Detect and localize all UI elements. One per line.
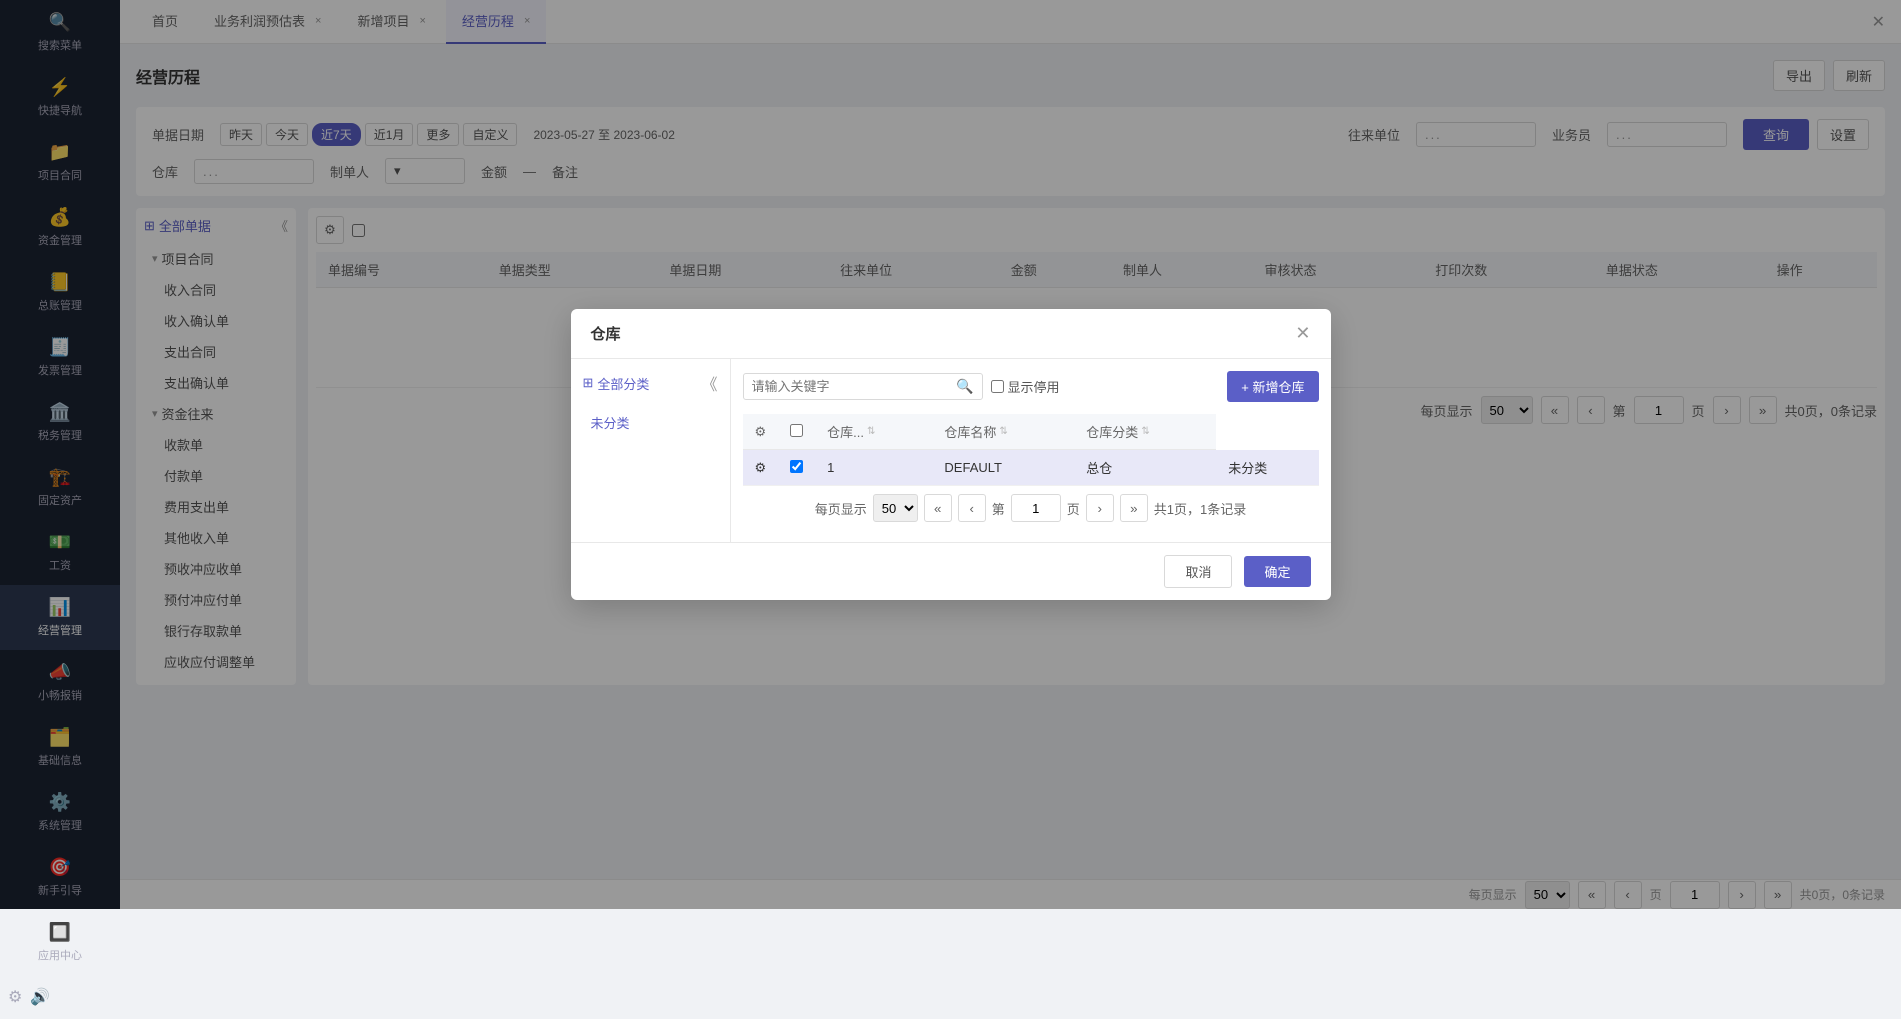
row-gear: ⚙ xyxy=(743,450,779,486)
warehouse-code-header: 仓库... xyxy=(827,422,864,441)
modal-header: 仓库 ✕ xyxy=(571,309,1331,359)
modal-per-page-select[interactable]: 50 xyxy=(873,494,918,522)
modal-page-input[interactable] xyxy=(1011,494,1061,522)
sidebar-apps-label: 应用中心 xyxy=(38,947,82,963)
modal-next-page[interactable]: › xyxy=(1086,494,1114,522)
modal-right-panel: 🔍 显示停用 + 新增仓库 ⚙ xyxy=(731,359,1331,542)
col-warehouse-code: 仓库... ⇅ xyxy=(815,414,932,450)
row-checkbox-1[interactable] xyxy=(790,460,803,473)
modal-category-all[interactable]: 未分类 xyxy=(583,407,718,438)
modal-search-icon: 🔍 xyxy=(956,378,973,395)
modal-close-button[interactable]: ✕ xyxy=(1295,323,1310,344)
modal-overlay[interactable]: 仓库 ✕ ⊞ 全部分类 《 未分类 xyxy=(0,0,1901,909)
speaker-icon[interactable]: 🔊 xyxy=(30,987,50,1007)
show-disabled-checkbox[interactable] xyxy=(991,380,1004,393)
modal-total-info: 共1页，1条记录 xyxy=(1154,499,1246,518)
modal-per-page-label: 每页显示 xyxy=(815,499,867,518)
modal-body: ⊞ 全部分类 《 未分类 🔍 xyxy=(571,359,1331,542)
modal-last-page[interactable]: » xyxy=(1120,494,1148,522)
modal-category-uncategorized-label: 未分类 xyxy=(591,416,630,431)
add-warehouse-button[interactable]: + 新增仓库 xyxy=(1227,371,1318,402)
modal-search-box[interactable]: 🔍 xyxy=(743,373,983,400)
modal-first-page[interactable]: « xyxy=(924,494,952,522)
col-warehouse-name: 仓库名称 ⇅ xyxy=(932,414,1074,450)
modal-toolbar: 🔍 显示停用 + 新增仓库 xyxy=(743,371,1319,402)
modal-left-panel: ⊞ 全部分类 《 未分类 xyxy=(571,359,731,542)
modal-prev-page[interactable]: ‹ xyxy=(958,494,986,522)
warehouse-select-all[interactable] xyxy=(790,424,803,437)
sort-icon-name: ⇅ xyxy=(999,426,1007,437)
grid-icon-modal: ⊞ xyxy=(583,375,594,391)
row-category: 未分类 xyxy=(1216,450,1318,486)
modal-search-input[interactable] xyxy=(752,379,957,394)
row-check[interactable] xyxy=(778,450,815,486)
warehouse-category-header: 仓库分类 xyxy=(1086,422,1138,441)
sidebar-item-apps[interactable]: 🔲 应用中心 xyxy=(0,910,120,975)
settings-icon[interactable]: ⚙ xyxy=(8,987,22,1007)
all-category-button[interactable]: ⊞ 全部分类 xyxy=(583,374,650,393)
modal-page-label: 第 xyxy=(992,499,1005,518)
sort-icon-code: ⇅ xyxy=(867,426,875,437)
modal-title: 仓库 xyxy=(591,323,621,344)
cancel-button[interactable]: 取消 xyxy=(1164,555,1232,588)
modal-footer: 取消 确定 xyxy=(571,542,1331,600)
row-code: DEFAULT xyxy=(932,450,1074,486)
gear-th-icon: ⚙ xyxy=(755,424,767,439)
sort-icon-category: ⇅ xyxy=(1141,426,1149,437)
warehouse-row-1[interactable]: ⚙ 1 DEFAULT 总仓 未分类 xyxy=(743,450,1319,486)
modal-table-wrap: ⚙ 仓库... ⇅ 仓库名称 xyxy=(743,414,1319,486)
col-warehouse-category: 仓库分类 ⇅ xyxy=(1074,414,1216,450)
col-gear: ⚙ xyxy=(743,414,779,450)
show-disabled-label[interactable]: 显示停用 xyxy=(991,377,1060,396)
row-seq: 1 xyxy=(815,450,932,486)
row-gear-icon: ⚙ xyxy=(755,460,767,475)
sidebar-footer: ⚙ 🔊 xyxy=(0,975,120,1019)
show-disabled-text: 显示停用 xyxy=(1008,377,1060,396)
row-name: 总仓 xyxy=(1074,450,1216,486)
all-category-label: 全部分类 xyxy=(597,374,649,393)
modal-pagination: 每页显示 50 « ‹ 第 页 › » 共1页，1条记录 xyxy=(743,486,1319,530)
modal-collapse-arrow[interactable]: 《 xyxy=(701,371,717,395)
modal-page-suffix: 页 xyxy=(1067,499,1080,518)
warehouse-table: ⚙ 仓库... ⇅ 仓库名称 xyxy=(743,414,1319,486)
apps-icon: 🔲 xyxy=(49,922,71,943)
warehouse-modal: 仓库 ✕ ⊞ 全部分类 《 未分类 xyxy=(571,309,1331,600)
col-check xyxy=(778,414,815,450)
warehouse-name-header: 仓库名称 xyxy=(944,422,996,441)
modal-left-header: ⊞ 全部分类 《 xyxy=(583,371,718,395)
confirm-button[interactable]: 确定 xyxy=(1244,556,1310,587)
